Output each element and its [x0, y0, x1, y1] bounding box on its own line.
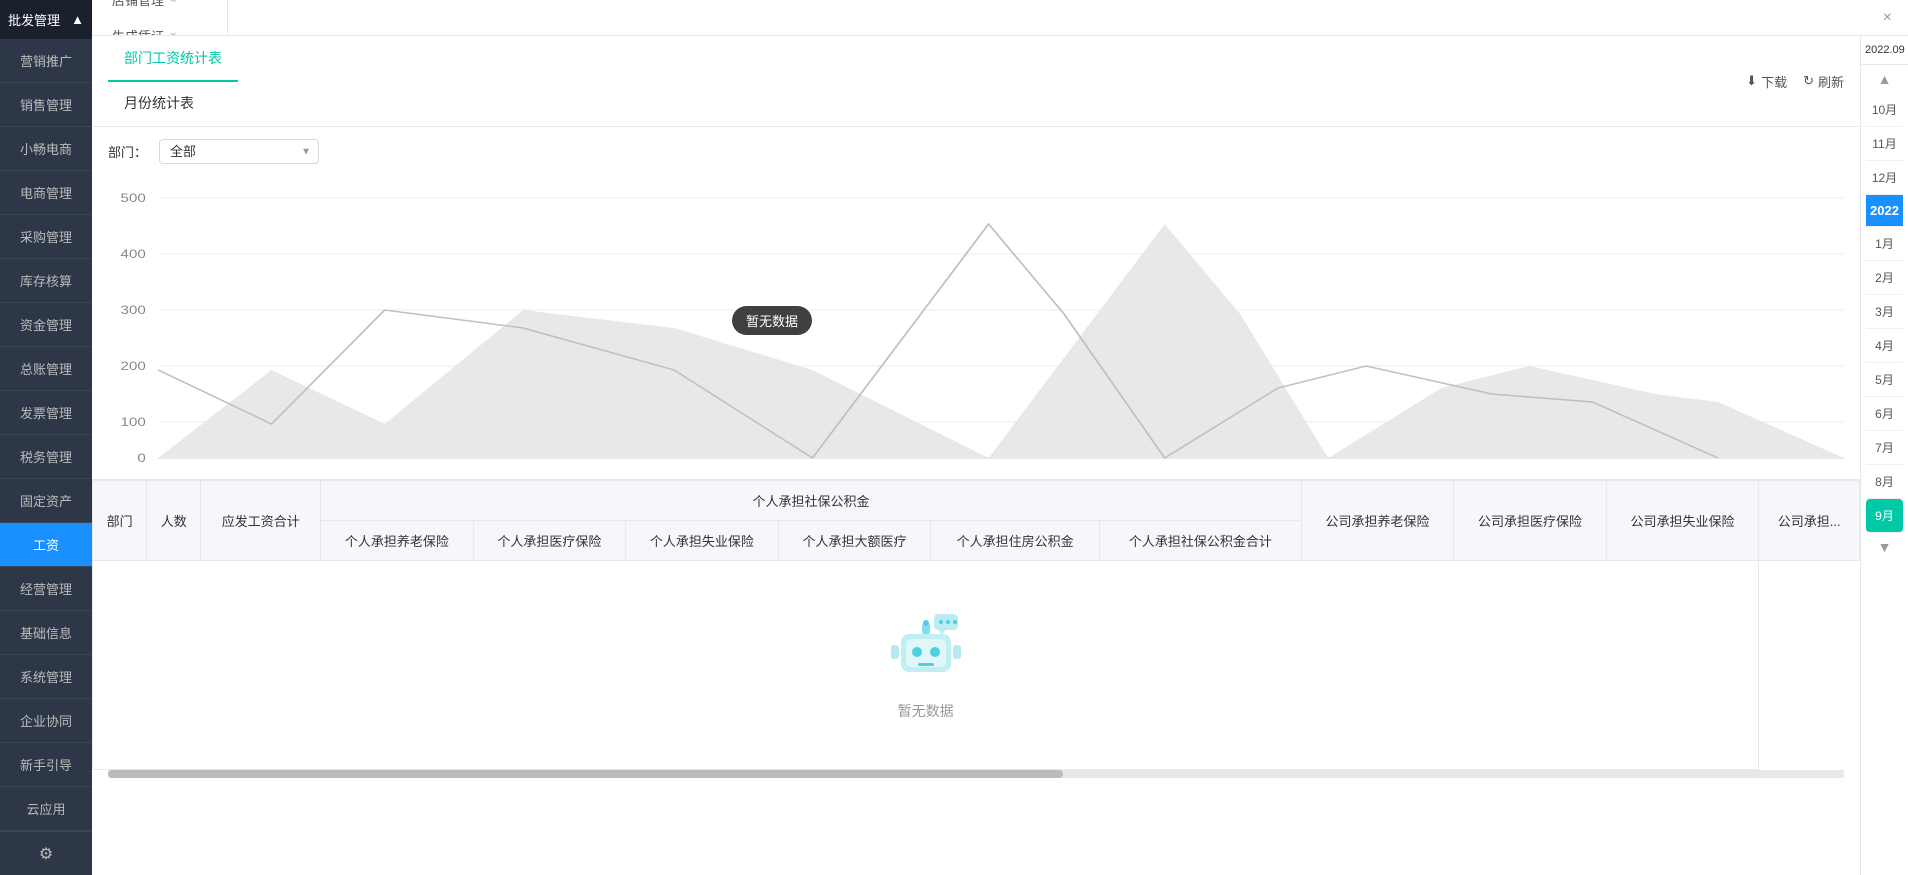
top-tab-bar: 首页门店商品目录×销售单×店铺管理×生成凭证×应收应付调整单×工资表×工资统计报…: [92, 0, 1908, 36]
no-data-cell: 暂无数据: [93, 561, 1759, 770]
settings-icon: ⚙: [39, 846, 53, 863]
filter-label: 部门：: [108, 142, 147, 161]
no-data-label: 暂无数据: [898, 701, 954, 721]
sidebar-item-税务管理[interactable]: 税务管理: [0, 435, 92, 479]
svg-text:500: 500: [121, 191, 147, 204]
download-icon: ⬇: [1746, 73, 1757, 89]
sidebar-item-系统管理[interactable]: 系统管理: [0, 655, 92, 699]
refresh-label: 刷新: [1818, 72, 1844, 91]
filter-bar: 部门： 全部: [92, 127, 1860, 176]
date-item-2月[interactable]: 2月: [1866, 261, 1903, 295]
date-item-8月[interactable]: 8月: [1866, 465, 1903, 499]
sidebar-header[interactable]: 批发管理 ▲: [0, 0, 92, 39]
sidebar-item-销售管理[interactable]: 销售管理: [0, 83, 92, 127]
date-panel-nav-down[interactable]: ▼: [1861, 533, 1908, 561]
col-headcount: 人数: [147, 481, 201, 561]
col-personal-pension: 个人承担养老保险: [321, 521, 474, 561]
date-panel-nav-up[interactable]: ▲: [1861, 65, 1908, 93]
sidebar-nav: 营销推广销售管理小畅电商电商管理采购管理库存核算资金管理总账管理发票管理税务管理…: [0, 39, 92, 831]
svg-text:400: 400: [121, 247, 147, 260]
sidebar-item-营销推广[interactable]: 营销推广: [0, 39, 92, 83]
page-body: 部门工资统计表月份统计表 ⬇ 下载 ↻ 刷新 部门： 全: [92, 36, 1860, 875]
svg-text:0: 0: [137, 451, 146, 464]
sub-tab-bar: 部门工资统计表月份统计表 ⬇ 下载 ↻ 刷新: [92, 36, 1860, 127]
sidebar-item-新手引导[interactable]: 新手引导: [0, 743, 92, 787]
no-data-container: 暂无数据: [101, 569, 1750, 761]
salary-table: 部门 人数 应发工资合计 个人承担社保公积金 公司承担养老保险 公司承担医疗保险…: [92, 480, 1860, 770]
sidebar-title: 批发管理: [8, 10, 60, 29]
sub-tab-list: 部门工资统计表月份统计表: [108, 36, 238, 126]
sidebar-item-固定资产[interactable]: 固定资产: [0, 479, 92, 523]
line-chart: 500 400 300 200 100 0: [108, 184, 1844, 474]
sidebar-item-电商管理[interactable]: 电商管理: [0, 171, 92, 215]
download-button[interactable]: ⬇ 下载: [1746, 72, 1787, 91]
tab-生成凭证[interactable]: 生成凭证×: [100, 18, 228, 37]
col-company-unemployment: 公司承担失业保险: [1606, 481, 1759, 561]
col-personal-medical: 个人承担医疗保险: [473, 521, 626, 561]
sidebar-item-发票管理[interactable]: 发票管理: [0, 391, 92, 435]
refresh-icon: ↻: [1803, 73, 1814, 89]
col-personal-insurance-group: 个人承担社保公积金: [321, 481, 1302, 521]
sidebar-item-企业协同[interactable]: 企业协同: [0, 699, 92, 743]
sub-tab-月份统计表[interactable]: 月份统计表: [108, 81, 238, 127]
chart-area: 500 400 300 200 100 0: [92, 176, 1860, 479]
sidebar: 批发管理 ▲ 营销推广销售管理小畅电商电商管理采购管理库存核算资金管理总账管理发…: [0, 0, 92, 875]
date-item-5月[interactable]: 5月: [1866, 363, 1903, 397]
col-personal-housing: 个人承担住房公积金: [931, 521, 1100, 561]
date-item-2022[interactable]: 2022: [1866, 195, 1903, 227]
sub-tab-部门工资统计表[interactable]: 部门工资统计表: [108, 36, 238, 82]
date-item-4月[interactable]: 4月: [1866, 329, 1903, 363]
sidebar-item-资金管理[interactable]: 资金管理: [0, 303, 92, 347]
sub-tab-actions: ⬇ 下载 ↻ 刷新: [1746, 72, 1844, 91]
svg-text:100: 100: [121, 415, 147, 428]
col-personal-large-medical: 个人承担大额医疗: [778, 521, 931, 561]
date-item-9月[interactable]: 9月: [1866, 499, 1903, 533]
sidebar-toggle-icon: ▲: [71, 12, 84, 27]
sidebar-item-经营管理[interactable]: 经营管理: [0, 567, 92, 611]
date-item-7月[interactable]: 7月: [1866, 431, 1903, 465]
col-personal-unemployment: 个人承担失业保险: [626, 521, 779, 561]
content-area: 部门工资统计表月份统计表 ⬇ 下载 ↻ 刷新 部门： 全: [92, 36, 1908, 875]
close-all-tabs-button[interactable]: ×: [1875, 9, 1900, 27]
main-content: 首页门店商品目录×销售单×店铺管理×生成凭证×应收应付调整单×工资表×工资统计报…: [92, 0, 1908, 875]
col-company-other: 公司承担...: [1759, 481, 1860, 561]
date-panel-header: 2022.09: [1861, 36, 1908, 65]
date-item-12月[interactable]: 12月: [1866, 161, 1903, 195]
col-company-medical: 公司承担医疗保险: [1454, 481, 1607, 561]
date-item-1月[interactable]: 1月: [1866, 227, 1903, 261]
date-item-10月[interactable]: 10月: [1866, 93, 1903, 127]
sidebar-item-总账管理[interactable]: 总账管理: [0, 347, 92, 391]
department-select[interactable]: 全部: [159, 139, 319, 164]
sidebar-item-工资[interactable]: 工资: [0, 523, 92, 567]
sidebar-settings[interactable]: ⚙: [0, 831, 92, 875]
date-item-6月[interactable]: 6月: [1866, 397, 1903, 431]
table-scrollbar-thumb[interactable]: [108, 770, 1063, 778]
department-select-wrapper[interactable]: 全部: [159, 139, 319, 164]
svg-text:200: 200: [121, 359, 147, 372]
download-label: 下载: [1761, 72, 1787, 91]
col-total-salary: 应发工资合计: [201, 481, 321, 561]
col-personal-total: 个人承担社保公积金合计: [1100, 521, 1302, 561]
sidebar-item-库存核算[interactable]: 库存核算: [0, 259, 92, 303]
no-data-icon: [886, 609, 966, 689]
col-company-pension: 公司承担养老保险: [1301, 481, 1454, 561]
sidebar-item-基础信息[interactable]: 基础信息: [0, 611, 92, 655]
tab-店铺管理[interactable]: 店铺管理×: [100, 0, 228, 18]
svg-text:300: 300: [121, 303, 147, 316]
table-area: 部门 人数 应发工资合计 个人承担社保公积金 公司承担养老保险 公司承担医疗保险…: [92, 479, 1860, 875]
tab-close-店铺管理[interactable]: ×: [170, 0, 176, 6]
date-item-11月[interactable]: 11月: [1866, 127, 1903, 161]
sidebar-item-云应用[interactable]: 云应用: [0, 787, 92, 831]
date-panel: 2022.09 ▲ 10月11月12月20221月2月3月4月5月6月7月8月9…: [1860, 36, 1908, 875]
refresh-button[interactable]: ↻ 刷新: [1803, 72, 1844, 91]
table-scrollbar-track[interactable]: [108, 770, 1844, 778]
date-item-3月[interactable]: 3月: [1866, 295, 1903, 329]
date-panel-list: 10月11月12月20221月2月3月4月5月6月7月8月9月: [1866, 93, 1903, 533]
tab-list: 首页门店商品目录×销售单×店铺管理×生成凭证×应收应付调整单×工资表×工资统计报…: [100, 0, 228, 36]
sidebar-item-采购管理[interactable]: 采购管理: [0, 215, 92, 259]
sidebar-item-小畅电商[interactable]: 小畅电商: [0, 127, 92, 171]
col-department: 部门: [93, 481, 147, 561]
